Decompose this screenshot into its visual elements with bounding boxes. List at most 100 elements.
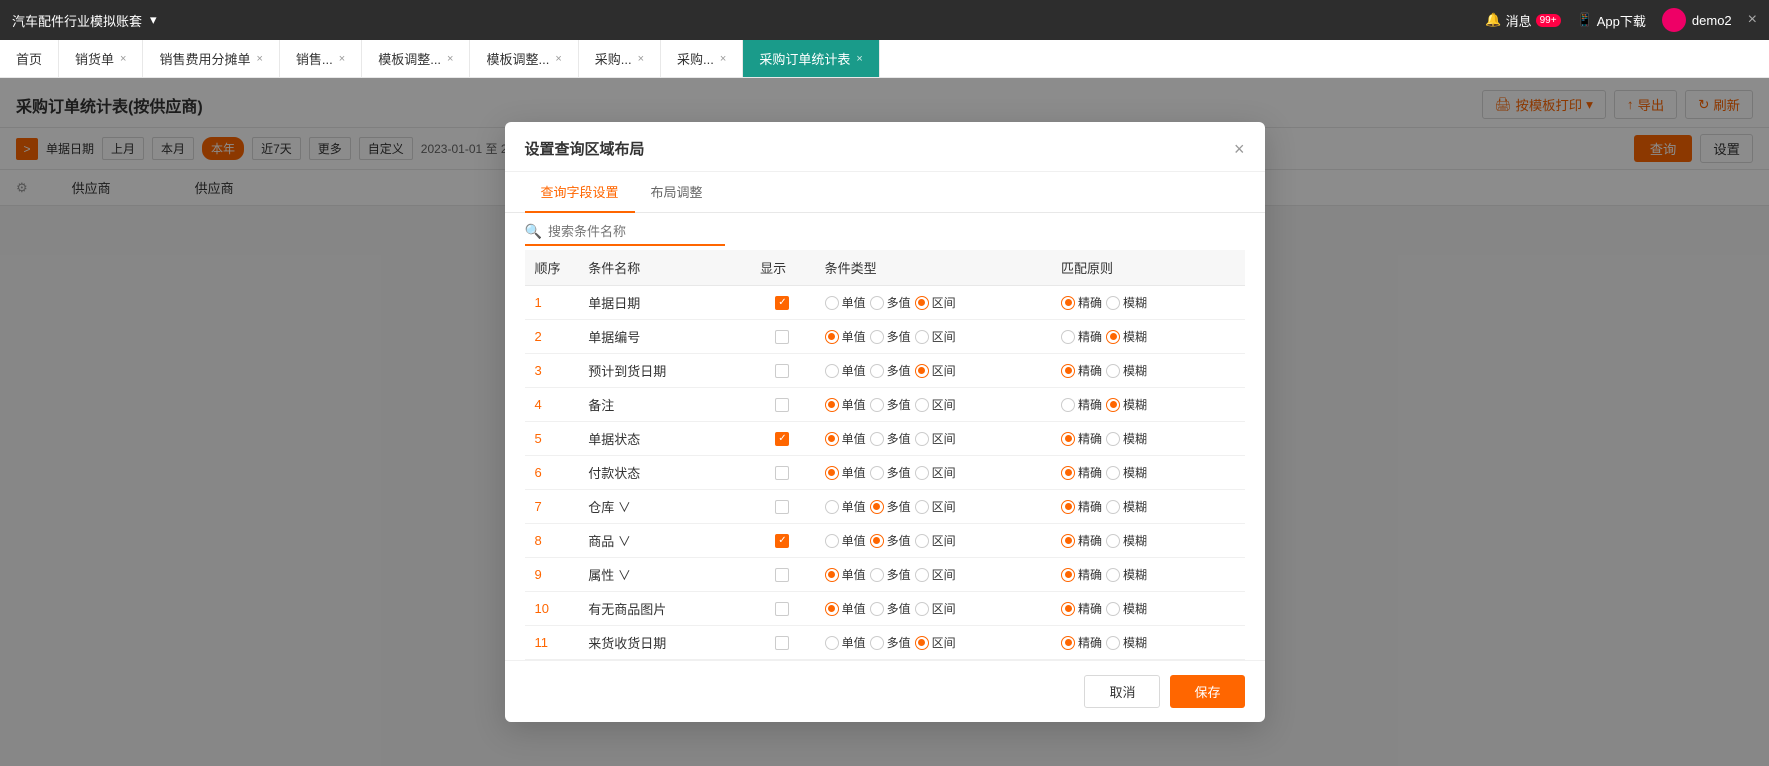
tab-7-close[interactable]: × (720, 53, 726, 65)
tab-purchase-stats-close[interactable]: × (856, 53, 862, 65)
row-show-checkbox[interactable] (750, 456, 814, 490)
checkbox[interactable] (775, 602, 789, 616)
radio-type-item[interactable]: 多值 (870, 396, 911, 413)
tab-6[interactable]: 采购... × (579, 40, 661, 78)
radio-type-item[interactable]: 单值 (825, 532, 866, 549)
radio-type-item[interactable]: 多值 (870, 498, 911, 515)
radio-type-item[interactable]: 区间 (915, 430, 956, 447)
radio-type-item[interactable]: 多值 (870, 362, 911, 379)
radio-type-item[interactable]: 单值 (825, 498, 866, 515)
checkbox[interactable] (775, 330, 789, 344)
tab-3-close[interactable]: × (339, 53, 345, 65)
radio-match-item[interactable]: 精确 (1061, 464, 1102, 481)
radio-match-item[interactable]: 精确 (1061, 328, 1102, 345)
radio-match-item[interactable]: 模糊 (1106, 532, 1147, 549)
top-close-button[interactable]: × (1748, 11, 1757, 29)
radio-type-item[interactable]: 区间 (915, 396, 956, 413)
radio-type-item[interactable]: 单值 (825, 328, 866, 345)
radio-type-item[interactable]: 多值 (870, 464, 911, 481)
radio-type-item[interactable]: 多值 (870, 430, 911, 447)
radio-match-item[interactable]: 模糊 (1106, 498, 1147, 515)
row-show-checkbox[interactable] (750, 286, 814, 320)
checkbox[interactable] (775, 432, 789, 446)
radio-type-item[interactable]: 多值 (870, 532, 911, 549)
radio-type-item[interactable]: 单值 (825, 634, 866, 651)
tab-5[interactable]: 模板调整... × (470, 40, 578, 78)
modal-tab-query-fields[interactable]: 查询字段设置 (525, 172, 635, 213)
row-show-checkbox[interactable] (750, 354, 814, 388)
radio-type-item[interactable]: 区间 (915, 362, 956, 379)
radio-match-item[interactable]: 模糊 (1106, 430, 1147, 447)
radio-type-item[interactable]: 区间 (915, 634, 956, 651)
checkbox[interactable] (775, 636, 789, 650)
row-show-checkbox[interactable] (750, 320, 814, 354)
radio-match-item[interactable]: 模糊 (1106, 634, 1147, 651)
tab-7[interactable]: 采购... × (661, 40, 743, 78)
row-show-checkbox[interactable] (750, 558, 814, 592)
radio-type-item[interactable]: 多值 (870, 566, 911, 583)
radio-match-item[interactable]: 精确 (1061, 362, 1102, 379)
radio-type-item[interactable]: 区间 (915, 464, 956, 481)
row-show-checkbox[interactable] (750, 388, 814, 422)
user-area[interactable]: demo2 (1662, 8, 1732, 32)
radio-match-item[interactable]: 模糊 (1106, 566, 1147, 583)
radio-type-item[interactable]: 单值 (825, 294, 866, 311)
radio-type-item[interactable]: 多值 (870, 328, 911, 345)
dropdown-icon[interactable]: ▾ (150, 12, 157, 28)
radio-type-item[interactable]: 单值 (825, 600, 866, 617)
checkbox[interactable] (775, 500, 789, 514)
radio-type-item[interactable]: 区间 (915, 328, 956, 345)
radio-match-item[interactable]: 模糊 (1106, 294, 1147, 311)
radio-match-item[interactable]: 模糊 (1106, 362, 1147, 379)
radio-match-item[interactable]: 精确 (1061, 430, 1102, 447)
tab-purchase-stats[interactable]: 采购订单统计表 × (743, 40, 879, 78)
checkbox[interactable] (775, 364, 789, 378)
radio-type-item[interactable]: 区间 (915, 600, 956, 617)
radio-type-item[interactable]: 单值 (825, 430, 866, 447)
tab-sales[interactable]: 销货单 × (59, 40, 143, 78)
radio-match-item[interactable]: 精确 (1061, 634, 1102, 651)
tab-sales-close[interactable]: × (120, 53, 126, 65)
tab-6-close[interactable]: × (638, 53, 644, 65)
tab-4[interactable]: 模板调整... × (362, 40, 470, 78)
radio-type-item[interactable]: 单值 (825, 362, 866, 379)
radio-type-item[interactable]: 区间 (915, 498, 956, 515)
radio-type-item[interactable]: 区间 (915, 566, 956, 583)
radio-type-item[interactable]: 区间 (915, 294, 956, 311)
search-input[interactable] (548, 224, 708, 239)
radio-match-item[interactable]: 模糊 (1106, 328, 1147, 345)
checkbox[interactable] (775, 466, 789, 480)
radio-match-item[interactable]: 模糊 (1106, 396, 1147, 413)
checkbox[interactable] (775, 398, 789, 412)
radio-type-item[interactable]: 单值 (825, 464, 866, 481)
row-show-checkbox[interactable] (750, 592, 814, 626)
save-button[interactable]: 保存 (1170, 675, 1244, 708)
radio-type-item[interactable]: 多值 (870, 294, 911, 311)
radio-match-item[interactable]: 精确 (1061, 532, 1102, 549)
radio-match-item[interactable]: 精确 (1061, 566, 1102, 583)
radio-match-item[interactable]: 精确 (1061, 294, 1102, 311)
tab-4-close[interactable]: × (447, 53, 453, 65)
tab-5-close[interactable]: × (555, 53, 561, 65)
radio-match-item[interactable]: 模糊 (1106, 600, 1147, 617)
radio-type-item[interactable]: 多值 (870, 634, 911, 651)
row-show-checkbox[interactable] (750, 626, 814, 660)
tab-sales-expense-close[interactable]: × (256, 53, 262, 65)
row-show-checkbox[interactable] (750, 422, 814, 456)
modal-tab-layout[interactable]: 布局调整 (635, 172, 719, 213)
radio-match-item[interactable]: 模糊 (1106, 464, 1147, 481)
radio-type-item[interactable]: 单值 (825, 396, 866, 413)
radio-type-item[interactable]: 多值 (870, 600, 911, 617)
radio-match-item[interactable]: 精确 (1061, 498, 1102, 515)
tab-home[interactable]: 首页 (0, 40, 59, 78)
tab-sales-expense[interactable]: 销售费用分摊单 × (143, 40, 279, 78)
radio-match-item[interactable]: 精确 (1061, 396, 1102, 413)
checkbox[interactable] (775, 296, 789, 310)
checkbox[interactable] (775, 568, 789, 582)
row-show-checkbox[interactable] (750, 524, 814, 558)
radio-type-item[interactable]: 区间 (915, 532, 956, 549)
checkbox[interactable] (775, 534, 789, 548)
modal-close-button[interactable]: × (1234, 140, 1245, 158)
radio-type-item[interactable]: 单值 (825, 566, 866, 583)
radio-match-item[interactable]: 精确 (1061, 600, 1102, 617)
